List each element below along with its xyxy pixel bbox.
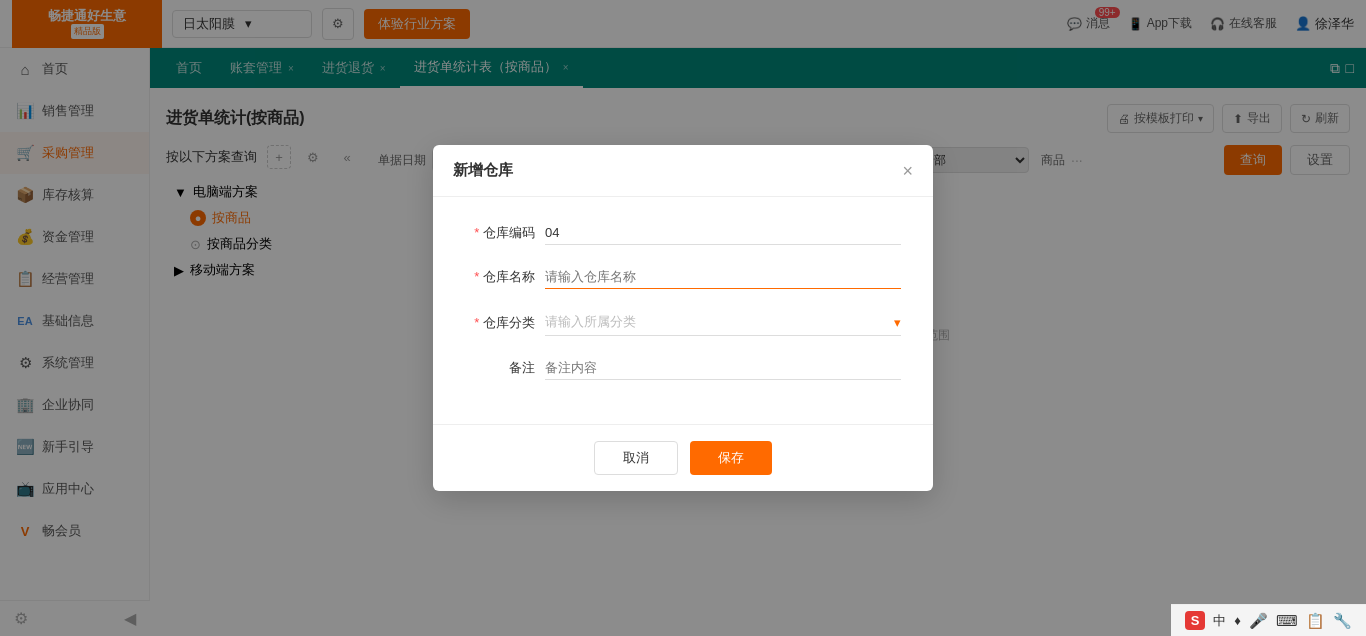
bottom-settings-icon[interactable]: 🔧 <box>1333 612 1352 630</box>
bottom-toolbar: S 中 ♦ 🎤 ⌨ 📋 🔧 <box>1171 604 1366 636</box>
bottom-mic-icon[interactable]: 🎤 <box>1249 612 1268 630</box>
form-row-code: * 仓库编码 <box>465 221 901 245</box>
save-button[interactable]: 保存 <box>690 441 772 475</box>
bottom-dot-icon[interactable]: ♦ <box>1234 613 1241 628</box>
modal-header: 新增仓库 × <box>433 145 933 197</box>
modal-body: * 仓库编码 * 仓库名称 * 仓库分类 请输入 <box>433 197 933 424</box>
category-label: * 仓库分类 <box>465 314 545 332</box>
form-row-note: 备注 <box>465 356 901 380</box>
code-required-mark: * <box>474 225 479 240</box>
modal-footer: 取消 保存 <box>433 424 933 491</box>
category-select[interactable]: 请输入所属分类 ▾ <box>545 309 901 336</box>
category-chevron-icon: ▾ <box>894 315 901 330</box>
modal-overlay: 新增仓库 × * 仓库编码 * 仓库名称 <box>0 0 1366 636</box>
code-label: * 仓库编码 <box>465 224 545 242</box>
category-required-mark: * <box>474 315 479 330</box>
bottom-keyboard-icon[interactable]: ⌨ <box>1276 612 1298 630</box>
note-input[interactable] <box>545 356 901 380</box>
bottom-clipboard-icon[interactable]: 📋 <box>1306 612 1325 630</box>
name-required-mark: * <box>474 269 479 284</box>
modal-title: 新增仓库 <box>453 161 513 180</box>
category-placeholder: 请输入所属分类 <box>545 313 636 331</box>
modal-close-button[interactable]: × <box>902 162 913 180</box>
name-label: * 仓库名称 <box>465 268 545 286</box>
note-label: 备注 <box>465 359 545 377</box>
form-row-category: * 仓库分类 请输入所属分类 ▾ <box>465 309 901 336</box>
add-warehouse-modal: 新增仓库 × * 仓库编码 * 仓库名称 <box>433 145 933 491</box>
cancel-button[interactable]: 取消 <box>594 441 678 475</box>
s-icon[interactable]: S <box>1185 611 1206 630</box>
name-input[interactable] <box>545 265 901 289</box>
code-input[interactable] <box>545 221 901 245</box>
bottom-zh-icon[interactable]: 中 <box>1213 612 1226 630</box>
form-row-name: * 仓库名称 <box>465 265 901 289</box>
